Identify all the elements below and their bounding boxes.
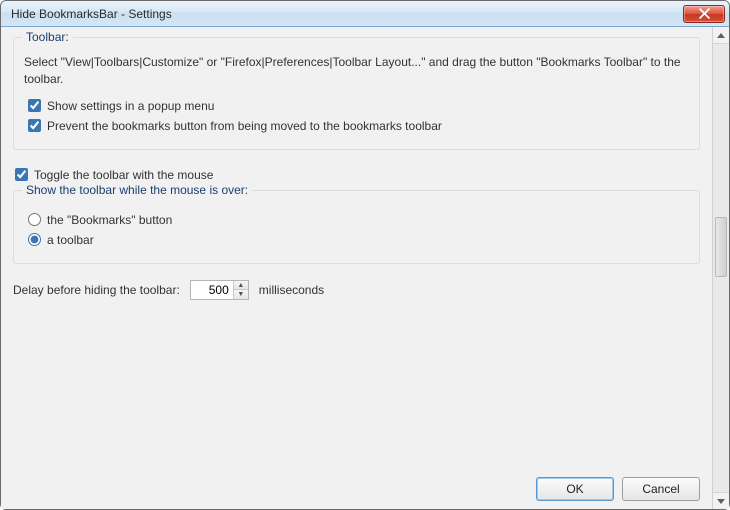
mouse-over-groupbox: Show the toolbar while the mouse is over… [13, 190, 700, 264]
title-bar[interactable]: Hide BookmarksBar - Settings [1, 1, 729, 27]
close-button[interactable] [683, 5, 725, 23]
toggle-mouse-row: Toggle the toolbar with the mouse [15, 168, 700, 182]
client-area: Toolbar: Select "View|Toolbars|Customize… [1, 27, 729, 509]
prevent-move-checkbox[interactable] [28, 119, 41, 132]
cancel-button[interactable]: Cancel [622, 477, 700, 501]
radio-a-toolbar[interactable] [28, 233, 41, 246]
radio-toolbar-label: a toolbar [47, 233, 94, 247]
delay-spinner: ▲ ▼ [190, 280, 249, 300]
scroll-down-button[interactable] [713, 492, 729, 509]
chevron-up-icon: ▲ [237, 282, 244, 289]
delay-unit: milliseconds [259, 283, 324, 297]
scroll-thumb[interactable] [715, 217, 727, 277]
toolbar-group-legend: Toolbar: [22, 30, 73, 44]
toggle-mouse-checkbox[interactable] [15, 168, 28, 181]
spinner-down-button[interactable]: ▼ [234, 290, 248, 299]
ok-button[interactable]: OK [536, 477, 614, 501]
dialog-footer: OK Cancel [13, 467, 700, 501]
content-pane: Toolbar: Select "View|Toolbars|Customize… [1, 27, 712, 509]
prevent-move-row: Prevent the bookmarks button from being … [28, 119, 689, 133]
radio-bookmarks-row: the "Bookmarks" button [28, 213, 689, 227]
delay-label: Delay before hiding the toolbar: [13, 283, 180, 297]
show-popup-row: Show settings in a popup menu [28, 99, 689, 113]
show-popup-label: Show settings in a popup menu [47, 99, 214, 113]
toolbar-groupbox: Toolbar: Select "View|Toolbars|Customize… [13, 37, 700, 150]
chevron-down-icon: ▼ [237, 291, 244, 298]
prevent-move-label: Prevent the bookmarks button from being … [47, 119, 442, 133]
spinner-up-button[interactable]: ▲ [234, 281, 248, 291]
delay-input[interactable] [191, 281, 233, 299]
chevron-up-icon [717, 33, 725, 38]
close-icon [699, 8, 710, 19]
toolbar-description: Select "View|Toolbars|Customize" or "Fir… [24, 54, 689, 89]
show-popup-checkbox[interactable] [28, 99, 41, 112]
scroll-up-button[interactable] [713, 27, 729, 44]
vertical-scrollbar[interactable] [712, 27, 729, 509]
delay-row: Delay before hiding the toolbar: ▲ ▼ mil… [13, 280, 700, 300]
radio-bookmarks-label: the "Bookmarks" button [47, 213, 172, 227]
window-title: Hide BookmarksBar - Settings [11, 7, 683, 21]
radio-toolbar-row: a toolbar [28, 233, 689, 247]
chevron-down-icon [717, 499, 725, 504]
toggle-mouse-label: Toggle the toolbar with the mouse [34, 168, 213, 182]
mouse-over-legend: Show the toolbar while the mouse is over… [22, 183, 252, 197]
radio-bookmarks-button[interactable] [28, 213, 41, 226]
